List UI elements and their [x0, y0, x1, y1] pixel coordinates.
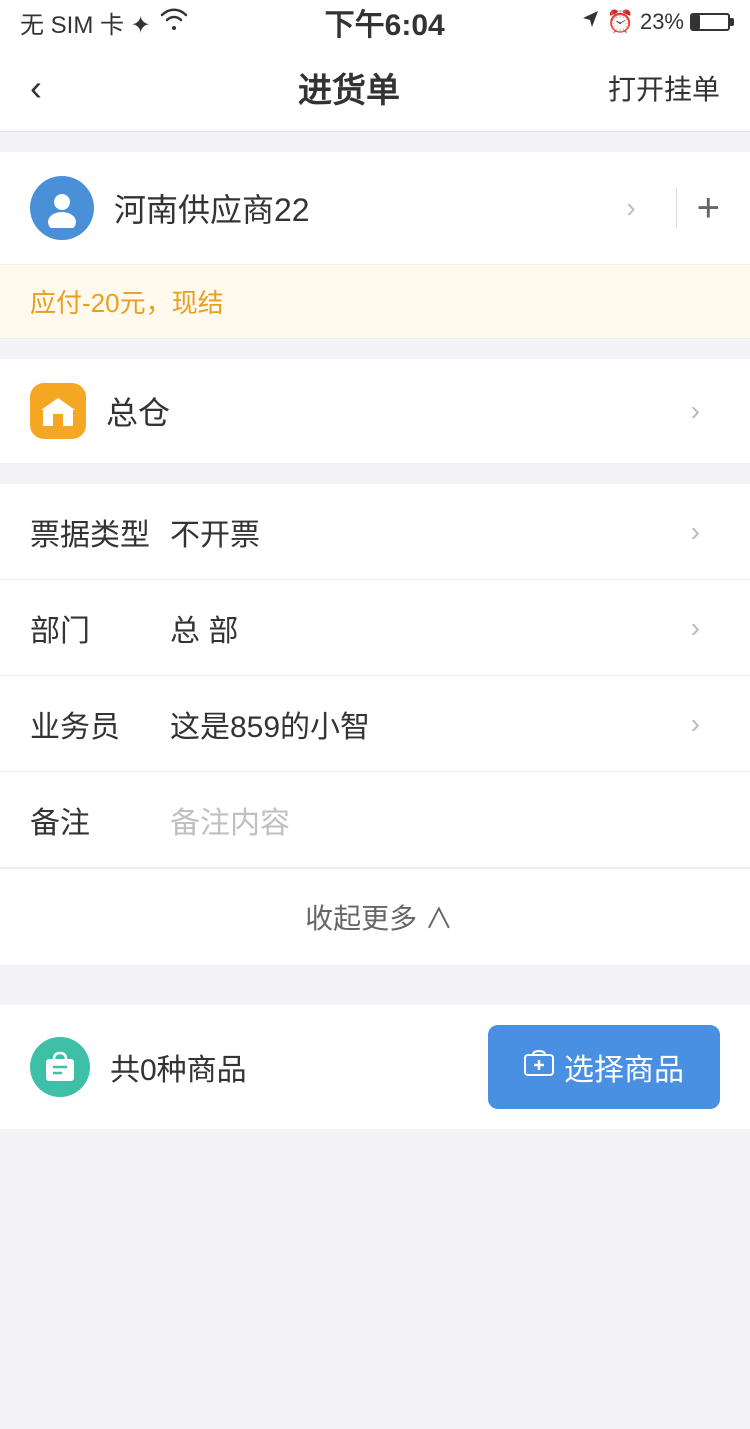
alarm-icon: ⏰: [607, 9, 634, 35]
warehouse-icon: [30, 383, 86, 439]
bottom-bar: 共0种商品 选择商品: [0, 1005, 750, 1129]
battery-icon: [690, 13, 730, 31]
battery-percent: 23%: [640, 9, 684, 35]
sim-label: 无 SIM 卡 ✦: [20, 5, 151, 40]
wifi-icon: [159, 8, 189, 37]
salesperson-value: 这是859的小智: [150, 702, 691, 746]
product-count-text: 共0种商品: [110, 1045, 468, 1089]
section-divider-3: [0, 464, 750, 484]
invoice-chevron-icon: ›: [691, 516, 700, 548]
invoice-type-label: 票据类型: [30, 510, 150, 554]
section-divider-4: [0, 965, 750, 985]
vertical-divider: [676, 188, 677, 228]
warehouse-section: 总仓 ›: [0, 359, 750, 464]
salesperson-chevron-icon: ›: [691, 708, 700, 740]
department-row[interactable]: 部门 总 部 ›: [0, 580, 750, 676]
supplier-avatar: [30, 176, 94, 240]
salesperson-label: 业务员: [30, 702, 150, 746]
warehouse-name: 总仓: [106, 388, 691, 434]
gray-background: [0, 1129, 750, 1429]
section-divider-1: [0, 132, 750, 152]
supplier-row[interactable]: 河南供应商22 › +: [0, 152, 750, 265]
remark-label: 备注: [30, 798, 150, 842]
open-pending-button[interactable]: 打开挂单: [608, 68, 720, 108]
status-right: ⏰ 23%: [581, 8, 730, 36]
status-bar: 无 SIM 卡 ✦ 下午6:04 ⏰ 23%: [0, 0, 750, 44]
notice-banner: 应付-20元，现结: [0, 265, 750, 339]
chevron-right-icon: ›: [626, 192, 635, 224]
department-chevron-icon: ›: [691, 612, 700, 644]
supplier-name: 河南供应商22: [114, 185, 626, 231]
supplier-section: 河南供应商22 › + 应付-20元，现结: [0, 152, 750, 339]
section-divider-2: [0, 339, 750, 359]
add-supplier-button[interactable]: +: [697, 188, 720, 228]
invoice-type-value: 不开票: [150, 510, 691, 554]
back-button[interactable]: ‹: [30, 67, 90, 109]
select-product-icon: [524, 1050, 554, 1084]
salesperson-row[interactable]: 业务员 这是859的小智 ›: [0, 676, 750, 772]
form-section: 票据类型 不开票 › 部门 总 部 › 业务员 这是859的小智 › 备注 备注…: [0, 484, 750, 965]
page-title: 进货单: [90, 63, 608, 112]
remark-row[interactable]: 备注 备注内容: [0, 772, 750, 868]
status-left: 无 SIM 卡 ✦: [20, 5, 189, 40]
product-count-icon: [30, 1037, 90, 1097]
department-value: 总 部: [150, 606, 691, 650]
remark-value[interactable]: 备注内容: [150, 798, 720, 842]
invoice-type-row[interactable]: 票据类型 不开票 ›: [0, 484, 750, 580]
status-time: 下午6:04: [325, 0, 445, 44]
select-product-button[interactable]: 选择商品: [488, 1025, 720, 1109]
warehouse-chevron-icon: ›: [691, 395, 700, 427]
select-product-label: 选择商品: [564, 1045, 684, 1089]
location-icon: [581, 8, 601, 36]
warehouse-row[interactable]: 总仓 ›: [0, 359, 750, 464]
nav-bar: ‹ 进货单 打开挂单: [0, 44, 750, 132]
collapse-label: 收起更多 ∧: [305, 897, 453, 937]
department-label: 部门: [30, 606, 150, 650]
collapse-toggle[interactable]: 收起更多 ∧: [0, 868, 750, 965]
